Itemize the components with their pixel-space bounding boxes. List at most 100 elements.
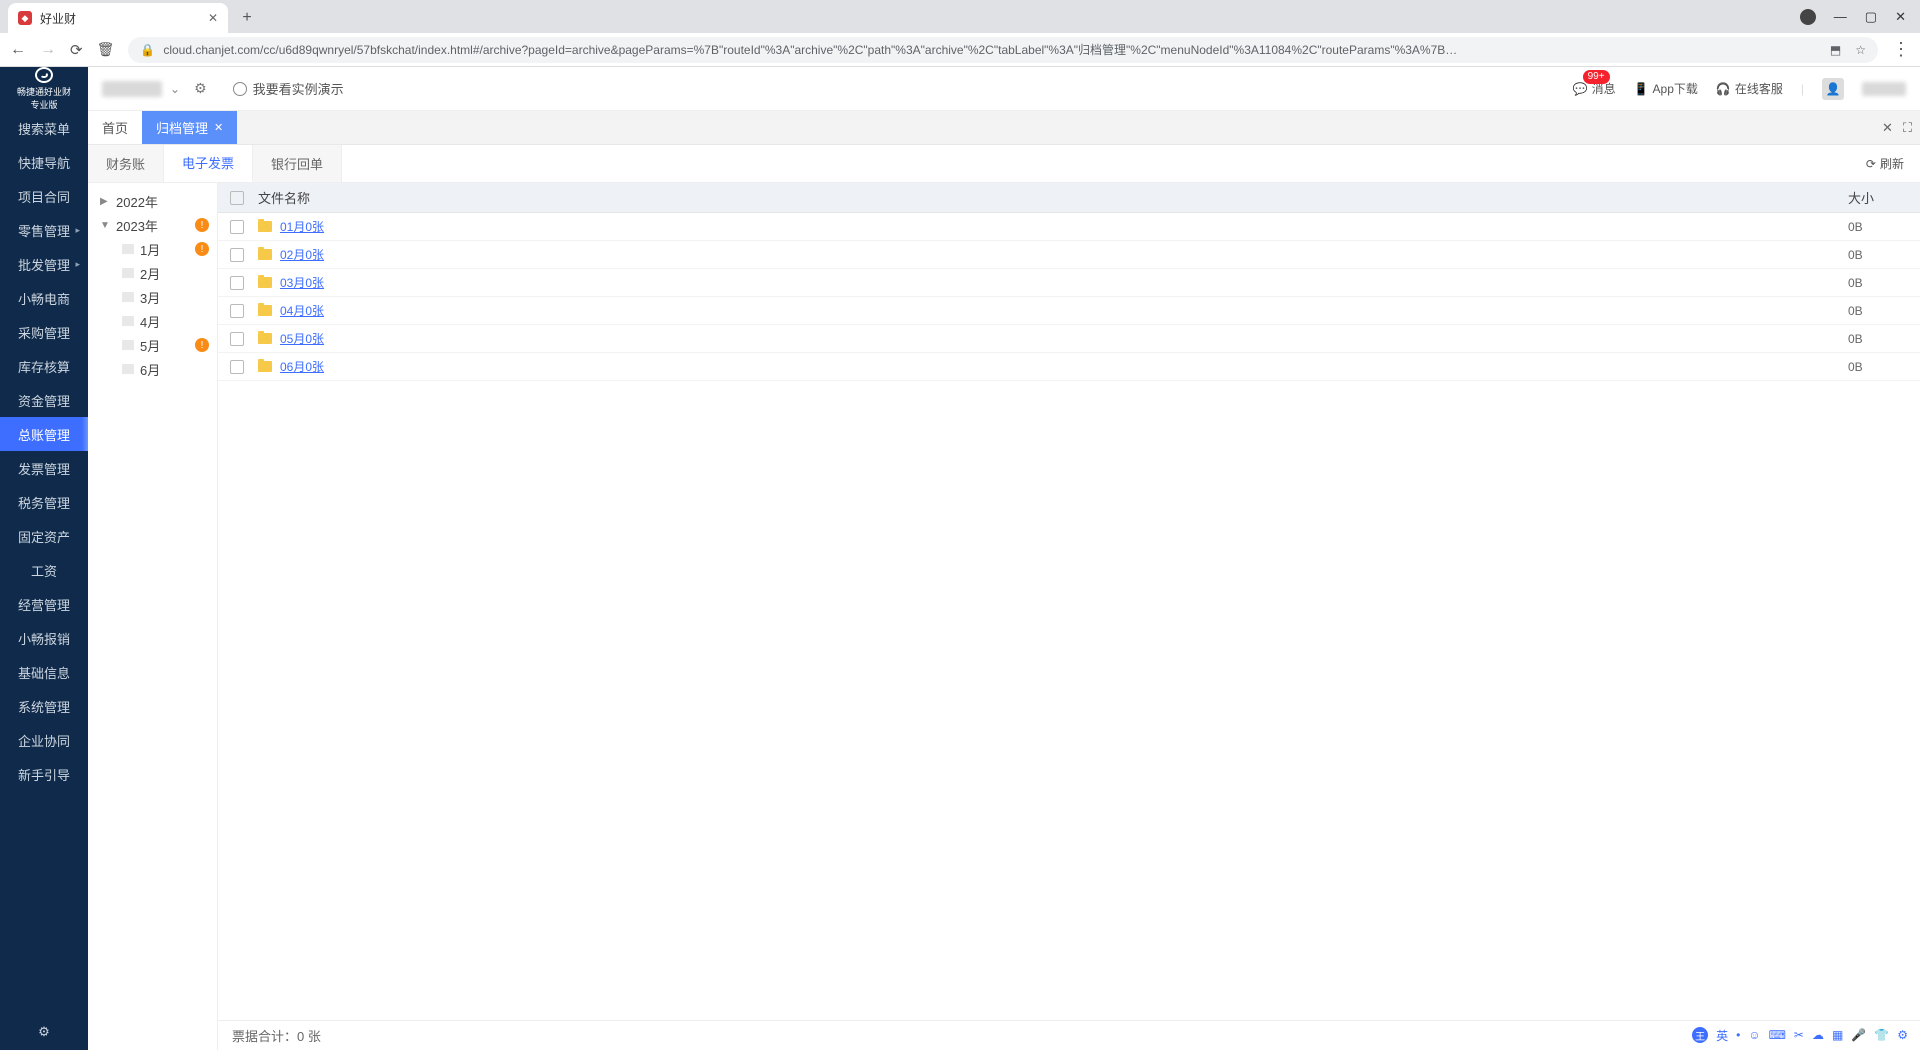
forward-icon[interactable]: → — [40, 41, 56, 59]
ime-cloud-icon[interactable]: ☁ — [1812, 1028, 1824, 1042]
ime-skin-icon[interactable]: 👕 — [1874, 1028, 1889, 1042]
sidebar-item[interactable]: 固定资产 — [0, 519, 88, 553]
tree-month[interactable]: 4月 — [88, 309, 217, 333]
file-link[interactable]: 03月0张 — [280, 274, 324, 291]
app-logo: 畅捷通好业财 专业版 — [0, 67, 88, 111]
subtab-einvoice[interactable]: 电子发票 — [164, 145, 253, 182]
ime-grid-icon[interactable]: ▦ — [1832, 1028, 1843, 1042]
sidebar-item[interactable]: 项目合同 — [0, 179, 88, 213]
maximize-icon[interactable]: ▢ — [1865, 9, 1877, 25]
close-all-tabs-icon[interactable]: ✕ — [1882, 120, 1893, 136]
sidebar-item[interactable]: 搜索菜单 — [0, 111, 88, 145]
row-checkbox[interactable] — [230, 332, 244, 346]
headset-icon: 🎧 — [1716, 82, 1731, 96]
ime-punct-icon[interactable]: • — [1736, 1028, 1740, 1042]
sidebar-item[interactable]: 经营管理 — [0, 587, 88, 621]
refresh-icon: ⟳ — [1866, 157, 1876, 171]
file-link[interactable]: 06月0张 — [280, 358, 324, 375]
tree-month[interactable]: 1月! — [88, 237, 217, 261]
sidebar-item[interactable]: 采购管理 — [0, 315, 88, 349]
tree-month[interactable]: 2月 — [88, 261, 217, 285]
sidebar-item[interactable]: 税务管理 — [0, 485, 88, 519]
folder-icon — [258, 333, 272, 344]
ime-lang[interactable]: 英 — [1716, 1027, 1728, 1044]
org-settings-icon[interactable]: ⚙ — [194, 80, 207, 97]
tab-home[interactable]: 首页 — [88, 111, 142, 144]
tree-month[interactable]: 3月 — [88, 285, 217, 309]
sidebar-settings-button[interactable]: ⚙ — [0, 1014, 88, 1050]
app-download-button[interactable]: 📱 App下载 — [1634, 80, 1698, 97]
subtab-finance[interactable]: 财务账 — [88, 145, 164, 182]
logo-edition: 专业版 — [30, 98, 57, 111]
tab-title: 好业财 — [40, 10, 76, 27]
tree-month[interactable]: 6月 — [88, 357, 217, 381]
org-selector[interactable]: ⌄ — [102, 81, 180, 97]
sidebar-item[interactable]: 零售管理 — [0, 213, 88, 247]
reload-icon[interactable]: ⟳ — [70, 41, 83, 59]
ime-settings-icon[interactable]: ⚙ — [1897, 1028, 1908, 1042]
ime-mic-icon[interactable]: 🎤 — [1851, 1028, 1866, 1042]
fullscreen-icon[interactable]: ⛶ — [1903, 120, 1912, 136]
sidebar-item[interactable]: 批发管理 — [0, 247, 88, 281]
row-checkbox[interactable] — [230, 276, 244, 290]
browser-menu-icon[interactable]: ⋮ — [1892, 39, 1910, 60]
file-link[interactable]: 01月0张 — [280, 218, 324, 235]
tree-year-2022[interactable]: ▶ 2022年 — [88, 189, 217, 213]
account-icon[interactable] — [1800, 9, 1816, 25]
tab-archive[interactable]: 归档管理 ✕ — [142, 111, 237, 144]
sidebar-item[interactable]: 工资 — [0, 553, 88, 587]
sidebar-item[interactable]: 资金管理 — [0, 383, 88, 417]
delete-icon[interactable]: 🗑 — [97, 41, 115, 58]
folder-icon — [122, 364, 134, 374]
tree-year-label: 2022年 — [116, 192, 158, 211]
subtab-bank[interactable]: 银行回单 — [253, 145, 342, 182]
sidebar-item[interactable]: 快捷导航 — [0, 145, 88, 179]
select-all-checkbox[interactable] — [230, 191, 244, 205]
refresh-button[interactable]: ⟳ 刷新 — [1866, 145, 1920, 182]
folder-icon — [258, 361, 272, 372]
file-link[interactable]: 02月0张 — [280, 246, 324, 263]
messages-button[interactable]: 99+ 💬 消息 — [1573, 80, 1616, 97]
sidebar-item[interactable]: 发票管理 — [0, 451, 88, 485]
demo-link[interactable]: 我要看实例演示 — [233, 79, 344, 98]
sidebar-item[interactable]: 系统管理 — [0, 689, 88, 723]
install-app-icon[interactable]: ⬒ — [1830, 43, 1841, 57]
ime-keyboard-icon[interactable]: ⌨ — [1769, 1028, 1786, 1042]
demo-icon — [233, 82, 247, 96]
sidebar-item[interactable]: 库存核算 — [0, 349, 88, 383]
file-link[interactable]: 05月0张 — [280, 330, 324, 347]
caret-down-icon: ▼ — [100, 220, 110, 231]
sidebar-item[interactable]: 小畅报销 — [0, 621, 88, 655]
row-checkbox[interactable] — [230, 220, 244, 234]
file-link[interactable]: 04月0张 — [280, 302, 324, 319]
tree-month[interactable]: 5月! — [88, 333, 217, 357]
minimize-icon[interactable]: — — [1834, 9, 1847, 24]
new-tab-button[interactable]: + — [234, 5, 260, 31]
close-tab-icon[interactable]: ✕ — [214, 121, 223, 134]
row-checkbox[interactable] — [230, 248, 244, 262]
folder-icon — [258, 249, 272, 260]
bookmark-icon[interactable]: ☆ — [1855, 43, 1866, 57]
tab-home-label: 首页 — [102, 118, 128, 137]
file-size: 0B — [1848, 304, 1908, 318]
sidebar-item[interactable]: 总账管理 — [0, 417, 88, 451]
sidebar-item[interactable]: 基础信息 — [0, 655, 88, 689]
avatar[interactable]: 👤 — [1822, 78, 1844, 100]
address-bar[interactable]: 🔒 cloud.chanjet.com/cc/u6d89qwnryel/57bf… — [128, 37, 1878, 63]
sidebar-item[interactable]: 小畅电商 — [0, 281, 88, 315]
close-window-icon[interactable]: ✕ — [1895, 9, 1906, 25]
tree-year-2023[interactable]: ▼ 2023年 ! — [88, 213, 217, 237]
ime-toolbar[interactable]: 王 英 • ☺ ⌨ ✂ ☁ ▦ 🎤 👕 ⚙ — [1686, 1024, 1914, 1046]
row-checkbox[interactable] — [230, 304, 244, 318]
row-checkbox[interactable] — [230, 360, 244, 374]
close-tab-icon[interactable]: ✕ — [208, 11, 218, 25]
sidebar-item[interactable]: 新手引导 — [0, 757, 88, 791]
support-button[interactable]: 🎧 在线客服 — [1716, 80, 1783, 97]
ime-scissors-icon[interactable]: ✂ — [1794, 1028, 1804, 1042]
demo-label: 我要看实例演示 — [253, 79, 344, 98]
browser-tab[interactable]: ◆ 好业财 ✕ — [8, 3, 228, 33]
back-icon[interactable]: ← — [10, 41, 26, 59]
ime-emoji-icon[interactable]: ☺ — [1748, 1028, 1760, 1042]
sidebar-item[interactable]: 企业协同 — [0, 723, 88, 757]
browser-tab-strip: ◆ 好业财 ✕ + — ▢ ✕ — [0, 0, 1920, 33]
